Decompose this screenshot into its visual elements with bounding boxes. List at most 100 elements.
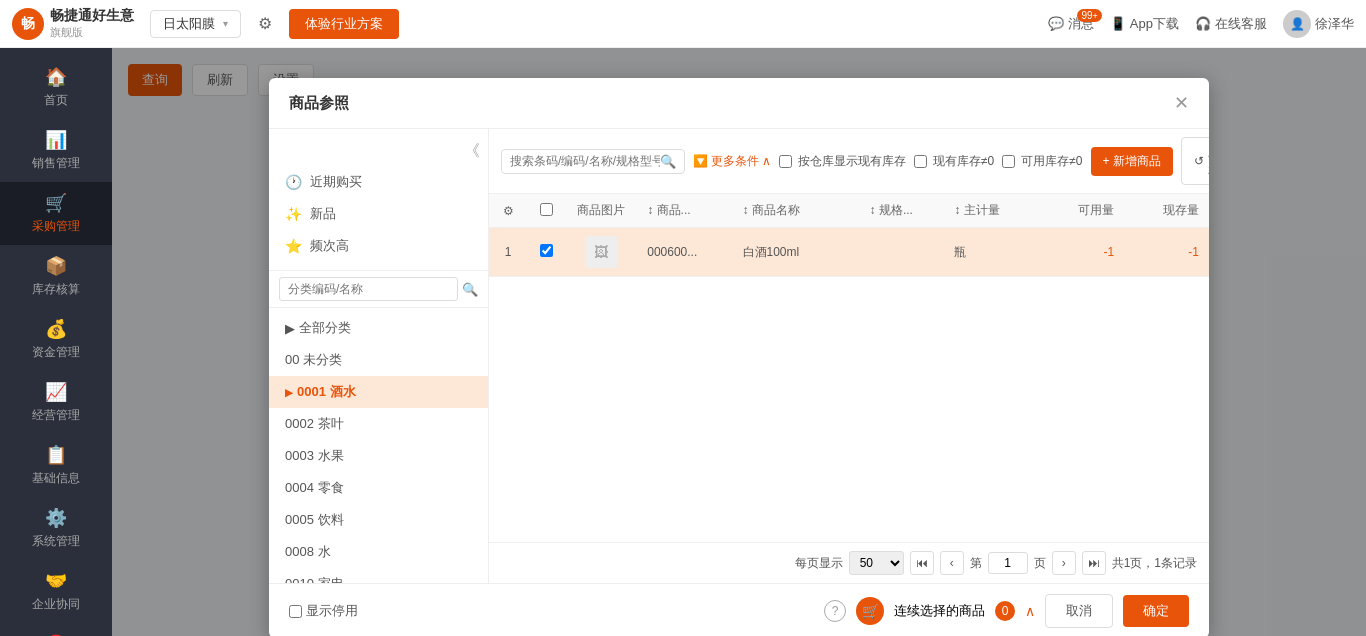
- row-img: 🖼: [565, 228, 637, 277]
- app-download-nav-item[interactable]: 📱 App下载: [1110, 15, 1179, 33]
- help-icon[interactable]: ?: [824, 600, 846, 622]
- sidebar: 🏠 首页 📊 销售管理 🛒 采购管理 📦 库存核算 💰 资金管理 📈 经营管理 …: [0, 48, 112, 636]
- add-product-btn[interactable]: + 新增商品: [1091, 147, 1173, 176]
- cart-icon[interactable]: 🛒: [856, 597, 884, 625]
- quick-filter-recent[interactable]: 🕐 近期购买: [269, 166, 488, 198]
- usable-neq0-checkbox[interactable]: [1002, 155, 1015, 168]
- row-available: -1: [1018, 228, 1124, 277]
- expand-arrow-0001: ▶: [285, 387, 293, 398]
- sidebar-item-label: 经营管理: [32, 407, 80, 424]
- cart-collapse-icon[interactable]: ∧: [1025, 603, 1035, 619]
- cat-item-0001[interactable]: ▶ 0001 酒水: [269, 376, 488, 408]
- col-name-header[interactable]: ↕ 商品名称: [733, 194, 860, 228]
- col-spec-header[interactable]: ↕ 规格...: [860, 194, 945, 228]
- next-page-btn[interactable]: ›: [1052, 551, 1076, 575]
- system-icon: ⚙️: [45, 507, 67, 529]
- cancel-btn[interactable]: 取消: [1045, 594, 1113, 628]
- pagination-bar: 每页显示 50 10 20 100 ⏮ ‹ 第 页: [489, 542, 1209, 583]
- finance-icon: 💰: [45, 318, 67, 340]
- cat-item-0010[interactable]: 0010 家电: [269, 568, 488, 583]
- cat-label-0003: 0003 水果: [285, 447, 344, 465]
- user-nav-item[interactable]: 👤 徐泽华: [1283, 10, 1354, 38]
- sidebar-item-home[interactable]: 🏠 首页: [0, 56, 112, 119]
- col-unit-header[interactable]: ↕ 主计量: [944, 194, 1018, 228]
- message-nav-item[interactable]: 💬 消息 99+: [1048, 15, 1094, 33]
- nav-right: 💬 消息 99+ 📱 App下载 🎧 在线客服 👤 徐泽华: [1048, 10, 1354, 38]
- col-available-header: 可用量: [1018, 194, 1124, 228]
- cat-item-0002[interactable]: 0002 茶叶: [269, 408, 488, 440]
- sidebar-item-purchase[interactable]: 🛒 采购管理: [0, 182, 112, 245]
- col-settings[interactable]: ⚙: [489, 194, 527, 228]
- cat-label-all: 全部分类: [299, 319, 351, 337]
- sidebar-item-system[interactable]: ⚙️ 系统管理: [0, 497, 112, 560]
- display-disabled-checkbox[interactable]: [289, 605, 302, 618]
- cat-item-00[interactable]: 00 未分类: [269, 344, 488, 376]
- cart-label: 连续选择的商品: [894, 602, 985, 620]
- search-icon[interactable]: 🔍: [660, 154, 676, 169]
- cat-label-0002: 0002 茶叶: [285, 415, 344, 433]
- product-table-wrapper: ⚙ 商品图片 ↕ 商品...: [489, 194, 1209, 542]
- cat-item-0003[interactable]: 0003 水果: [269, 440, 488, 472]
- message-icon: 💬: [1048, 16, 1064, 31]
- cat-item-0005[interactable]: 0005 饮料: [269, 504, 488, 536]
- modal-toolbar: 🔍 🔽 更多条件 ∧ 按仓库显示现有库存: [489, 129, 1209, 194]
- service-nav-item[interactable]: 🎧 在线客服: [1195, 15, 1267, 33]
- first-page-btn[interactable]: ⏮: [910, 551, 934, 575]
- operation-icon: 📈: [45, 381, 67, 403]
- cat-item-0004[interactable]: 0004 零食: [269, 472, 488, 504]
- available-neq0-checkbox-group: 现有库存≠0: [914, 153, 994, 170]
- row-checkbox[interactable]: [540, 244, 553, 257]
- sales-icon: 📊: [45, 129, 67, 151]
- settings-icon[interactable]: ⚙: [249, 8, 281, 40]
- modal-title: 商品参照: [289, 94, 349, 113]
- confirm-btn[interactable]: 确定: [1123, 595, 1189, 627]
- warehouse-display-label: 按仓库显示现有库存: [798, 153, 906, 170]
- cat-item-0008[interactable]: 0008 水: [269, 536, 488, 568]
- quick-filter-new[interactable]: ✨ 新品: [269, 198, 488, 230]
- quick-filter-frequent[interactable]: ⭐ 频次高: [269, 230, 488, 262]
- refresh-btn[interactable]: ↺ 刷新: [1181, 137, 1209, 185]
- cat-item-all[interactable]: ▶ 全部分类: [269, 312, 488, 344]
- message-badge: 99+: [1077, 9, 1101, 22]
- sidebar-item-sales[interactable]: 📊 销售管理: [0, 119, 112, 182]
- row-check[interactable]: [527, 228, 565, 277]
- experience-btn[interactable]: 体验行业方案: [289, 9, 399, 39]
- table-row[interactable]: 1 🖼 000600... 白酒100ml: [489, 228, 1209, 277]
- row-spec: [860, 228, 945, 277]
- filter-btn-label: 更多条件: [711, 153, 759, 170]
- refresh-icon: ↺: [1194, 154, 1204, 168]
- sidebar-item-enterprise[interactable]: 🤝 企业协同: [0, 560, 112, 623]
- footer-right: ? 🛒 连续选择的商品 0 ∧ 取消 确定: [824, 594, 1189, 628]
- close-icon[interactable]: ✕: [1174, 92, 1189, 114]
- modal-body: 《 🕐 近期购买 ✨ 新品 ⭐: [269, 129, 1209, 583]
- page-size-select[interactable]: 50 10 20 100: [849, 551, 904, 575]
- last-page-btn[interactable]: ⏭: [1082, 551, 1106, 575]
- sidebar-item-inventory[interactable]: 📦 库存核算: [0, 245, 112, 308]
- cat-search-icon[interactable]: 🔍: [462, 282, 478, 297]
- footer-left: 显示停用: [289, 602, 358, 620]
- content-area: 查询 刷新 设置 商品参照 ✕: [112, 48, 1366, 636]
- modal-overlay: 商品参照 ✕ 《 🕐 近期购买: [112, 48, 1366, 636]
- prev-page-btn[interactable]: ‹: [940, 551, 964, 575]
- logo-area: 畅 畅捷通好生意 旗舰版: [12, 7, 134, 40]
- product-search-input[interactable]: [510, 154, 660, 168]
- chevron-down-icon: ▾: [223, 18, 228, 29]
- collapse-left-btn[interactable]: 《: [456, 137, 488, 166]
- check-all-checkbox[interactable]: [540, 203, 553, 216]
- modal-right-panel: 🔍 🔽 更多条件 ∧ 按仓库显示现有库存: [489, 129, 1209, 583]
- sidebar-item-newbie[interactable]: 🎯 新手引导: [0, 623, 112, 636]
- col-code-header[interactable]: ↕ 商品...: [637, 194, 732, 228]
- page-number-input[interactable]: [988, 552, 1028, 574]
- sidebar-item-operation[interactable]: 📈 经营管理: [0, 371, 112, 434]
- sidebar-item-label: 首页: [44, 92, 68, 109]
- warehouse-display-checkbox-group: 按仓库显示现有库存: [779, 153, 906, 170]
- sidebar-item-basic[interactable]: 📋 基础信息: [0, 434, 112, 497]
- new-icon: ✨: [285, 206, 302, 222]
- available-neq0-checkbox[interactable]: [914, 155, 927, 168]
- cat-search-input[interactable]: [279, 277, 458, 301]
- warehouse-display-checkbox[interactable]: [779, 155, 792, 168]
- more-filter-btn[interactable]: 🔽 更多条件 ∧: [693, 153, 771, 170]
- sidebar-item-finance[interactable]: 💰 资金管理: [0, 308, 112, 371]
- nav-branch-dropdown[interactable]: 日太阳膜 ▾: [150, 10, 241, 38]
- enterprise-icon: 🤝: [45, 570, 67, 592]
